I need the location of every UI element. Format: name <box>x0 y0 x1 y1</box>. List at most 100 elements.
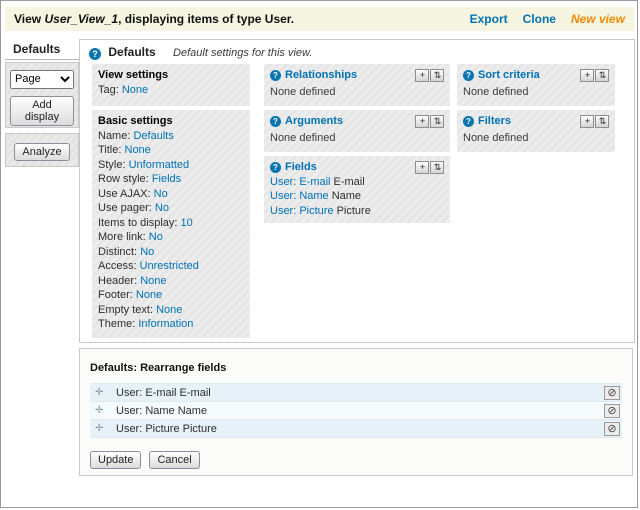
items-to-display-setting-link[interactable]: 10 <box>181 217 193 229</box>
add-display-box: Page Add display <box>5 62 79 128</box>
add-argument-button[interactable]: + <box>415 114 429 128</box>
rearrange-sorts-button[interactable]: ⇅ <box>595 68 609 82</box>
help-icon[interactable]: ? <box>463 69 474 81</box>
setting-row: Empty text: None <box>98 303 183 316</box>
filters-link[interactable]: Filters <box>478 114 576 129</box>
rearrange-actions: Update Cancel <box>90 451 622 469</box>
analyze-button[interactable]: Analyze <box>14 143 70 161</box>
rearrange-row-user-name[interactable]: ✛ User: Name Name ⊘ <box>90 402 622 420</box>
tag-setting-link[interactable]: None <box>122 84 148 96</box>
add-field-button[interactable]: + <box>415 160 429 174</box>
use-ajax-setting-link[interactable]: No <box>154 188 168 200</box>
update-button[interactable]: Update <box>90 451 142 469</box>
setting-row: Theme: Information <box>98 318 194 330</box>
setting-row: Row style: Fields <box>98 173 182 185</box>
empty-text-setting-link[interactable]: None <box>156 304 182 316</box>
view-summary-prefix: View <box>14 12 42 26</box>
more-link-setting-link[interactable]: No <box>149 231 163 243</box>
view-summary-text: View User_View_1, displaying items of ty… <box>14 12 470 26</box>
use-pager-setting-link[interactable]: No <box>155 202 169 214</box>
arguments-link[interactable]: Arguments <box>285 114 411 129</box>
setting-row: Access: Unrestricted <box>98 260 199 272</box>
field-user-name-link[interactable]: User: Name <box>270 190 329 202</box>
export-link[interactable]: Export <box>470 12 508 26</box>
help-icon[interactable]: ? <box>270 115 281 127</box>
view-summary-bar: View User_View_1, displaying items of ty… <box>5 7 634 31</box>
title-setting-link[interactable]: None <box>125 144 151 156</box>
rearrange-fields-panel: Defaults: Rearrange fields ✛ User: E-mai… <box>79 348 633 476</box>
style-setting-link[interactable]: Unformatted <box>129 159 190 171</box>
help-icon[interactable]: ? <box>463 115 474 127</box>
remove-field-icon[interactable]: ⊘ <box>604 421 620 436</box>
field-user-email-link[interactable]: User: E-mail <box>270 176 331 188</box>
remove-field-icon[interactable]: ⊘ <box>604 385 620 400</box>
add-display-button[interactable]: Add display <box>10 95 74 126</box>
sort-criteria-empty-text: None defined <box>463 85 529 98</box>
help-icon[interactable]: ? <box>89 48 101 60</box>
rearrange-fields-title: Defaults: Rearrange fields <box>90 362 227 374</box>
view-action-links: Export Clone New view <box>470 12 625 26</box>
view-settings-title: View settings <box>98 69 169 81</box>
views-ui-page: View User_View_1, displaying items of ty… <box>0 0 638 508</box>
add-sort-button[interactable]: + <box>580 68 594 82</box>
name-setting-link[interactable]: Defaults <box>133 130 173 142</box>
setting-row: Items to display: 10 <box>98 216 193 229</box>
footer-setting-link[interactable]: None <box>136 289 162 301</box>
drag-handle-icon[interactable]: ✛ <box>95 405 107 416</box>
display-header: ? Defaults Default settings for this vie… <box>80 40 634 65</box>
rearrange-arguments-button[interactable]: ⇅ <box>430 114 444 128</box>
relationships-box: ? Relationships + ⇅ None defined <box>264 64 450 106</box>
basic-settings-box: Basic settings Name: Defaults Title: Non… <box>92 110 250 338</box>
filters-box: ? Filters + ⇅ None defined <box>457 110 615 152</box>
rearrange-row-user-email[interactable]: ✛ User: E-mail E-mail ⊘ <box>90 384 622 402</box>
tab-defaults[interactable]: Defaults <box>5 39 79 60</box>
setting-row: Name: Defaults <box>98 129 174 142</box>
relationships-link[interactable]: Relationships <box>285 68 411 83</box>
setting-row: Use pager: No <box>98 202 169 214</box>
distinct-setting-link[interactable]: No <box>140 246 154 258</box>
help-icon[interactable]: ? <box>270 69 281 81</box>
display-settings-panel: ? Defaults Default settings for this vie… <box>79 39 635 343</box>
sort-criteria-link[interactable]: Sort criteria <box>478 68 576 83</box>
add-relationship-button[interactable]: + <box>415 68 429 82</box>
field-user-picture-link[interactable]: User: Picture <box>270 205 334 217</box>
setting-row: Title: None <box>98 144 151 156</box>
fields-box: ? Fields + ⇅ User: E-mail E-mail User: Na… <box>264 156 450 223</box>
setting-row: More link: No <box>98 231 163 243</box>
remove-field-icon[interactable]: ⊘ <box>604 403 620 418</box>
rearrange-filters-button[interactable]: ⇅ <box>595 114 609 128</box>
display-description: Default settings for this view. <box>173 47 313 59</box>
clone-link[interactable]: Clone <box>523 12 556 26</box>
rearrange-relationships-button[interactable]: ⇅ <box>430 68 444 82</box>
analyze-box: Analyze <box>5 133 79 167</box>
help-icon[interactable]: ? <box>270 161 281 173</box>
fields-link[interactable]: Fields <box>285 160 411 175</box>
cancel-button[interactable]: Cancel <box>149 451 200 469</box>
field-item: User: Name Name <box>270 190 362 202</box>
drag-handle-icon[interactable]: ✛ <box>95 423 107 434</box>
header-setting-link[interactable]: None <box>140 275 166 287</box>
new-view-link[interactable]: New view <box>571 12 625 26</box>
access-setting-link[interactable]: Unrestricted <box>140 260 199 272</box>
rearrange-fields-button[interactable]: ⇅ <box>430 160 444 174</box>
rearrange-row-user-picture[interactable]: ✛ User: Picture Picture ⊘ <box>90 420 622 438</box>
setting-row: Header: None <box>98 274 167 287</box>
view-summary-suffix: , displaying items of type User. <box>118 12 295 26</box>
theme-setting-link[interactable]: Information <box>138 318 193 330</box>
arguments-empty-text: None defined <box>270 131 336 144</box>
row-style-setting-link[interactable]: Fields <box>152 173 181 185</box>
display-title: Defaults <box>108 45 156 59</box>
sort-criteria-box: ? Sort criteria + ⇅ None defined <box>457 64 615 106</box>
display-type-select[interactable]: Page <box>10 69 74 89</box>
add-filter-button[interactable]: + <box>580 114 594 128</box>
drag-handle-icon[interactable]: ✛ <box>95 387 107 398</box>
view-name: User_View_1 <box>44 12 119 26</box>
setting-row: Footer: None <box>98 289 163 301</box>
field-item: User: E-mail E-mail <box>270 175 365 188</box>
setting-row: Tag: None <box>98 83 149 96</box>
setting-row: Use AJAX: No <box>98 187 168 200</box>
rearrange-fields-table: ✛ User: E-mail E-mail ⊘ ✛ User: Name Nam… <box>90 383 622 438</box>
view-settings-box: View settings Tag: None <box>92 64 250 106</box>
relationships-empty-text: None defined <box>270 85 336 98</box>
filters-empty-text: None defined <box>463 131 529 144</box>
